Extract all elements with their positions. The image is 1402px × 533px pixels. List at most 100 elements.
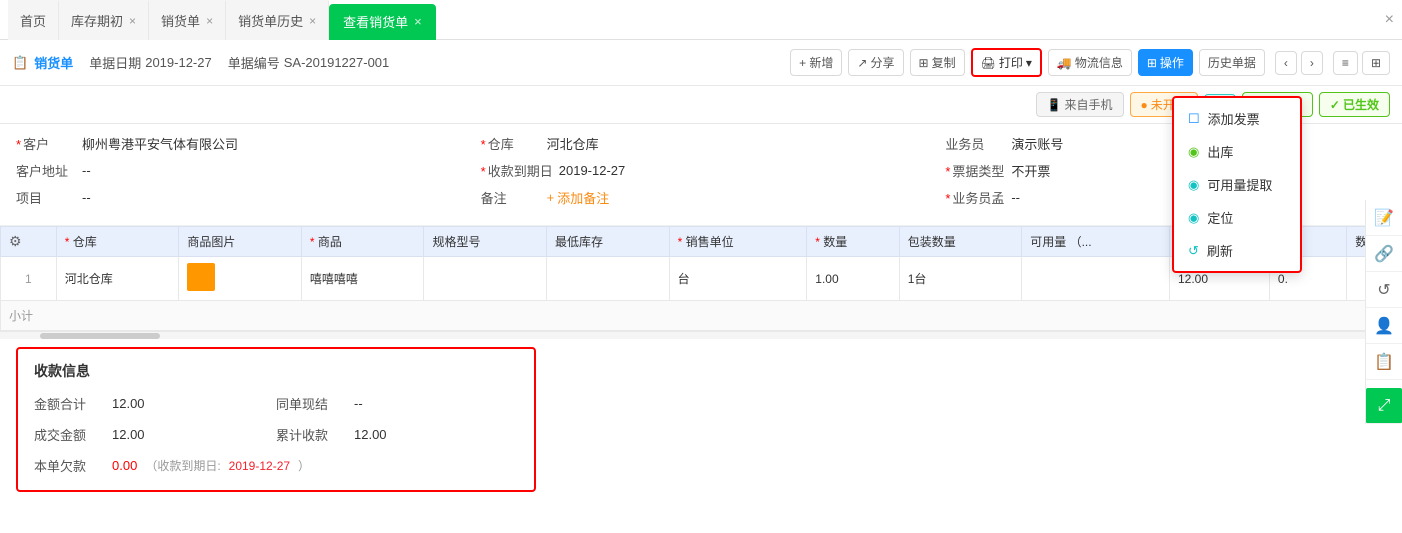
col-settings[interactable]: ⚙ [1,227,57,257]
print-dropdown-arrow: ▾ [1026,56,1032,70]
scroll-area [0,331,1402,339]
operations-button[interactable]: ⊞ 操作 [1138,49,1193,76]
sidebar-icon-1[interactable]: 📝 [1366,200,1402,236]
refresh-item[interactable]: ↺ 刷新 [1174,234,1300,267]
nav-next-button[interactable]: › [1301,51,1323,75]
invoice-icon: ☐ [1188,111,1200,127]
locate-label: 定位 [1207,208,1233,227]
payment-grid: 金额合计 12.00 同单现结 -- 成交金额 12.00 累计收款 12.00… [34,391,518,478]
expand-button[interactable]: ⤢ [1366,388,1402,424]
project-label: 项目 [16,188,76,207]
transaction-row: 成交金额 12.00 [34,422,276,447]
window-close-button[interactable]: × [1385,11,1394,29]
salesperson-value: -- [1011,190,1020,205]
tab-inventory[interactable]: 库存期初 × [59,0,149,40]
row-pack-qty: 1台 [899,257,1022,301]
copy-button[interactable]: ⊞ 复制 [910,49,965,76]
col-image: 商品图片 [179,227,302,257]
logistics-button[interactable]: 🚚 物流信息 [1048,49,1132,76]
from-phone-button[interactable]: 📱 来自手机 [1036,92,1124,117]
tab-home[interactable]: 首页 [8,0,59,40]
address-value: -- [82,163,91,178]
customer-label: 客户 [16,134,76,153]
effective-button[interactable]: ✓ 已生效 [1319,92,1390,117]
add-invoice-label: 添加发票 [1208,109,1260,128]
total-row: 金额合计 12.00 [34,391,276,416]
due-date-value: 2019-12-27 [559,163,626,178]
close-view-tab[interactable]: × [414,14,422,29]
doc-number-field: 单据编号 SA-20191227-001 [228,53,390,72]
grid-view-button[interactable]: ⊞ [1362,51,1390,75]
date-value: 2019-12-27 [145,55,212,70]
expand-icon: ⤢ [1378,397,1391,415]
outbound-item[interactable]: ◉ 出库 [1174,135,1300,168]
add-invoice-item[interactable]: ☐ 添加发票 [1174,102,1300,135]
sidebar-icon-5-glyph: 📋 [1374,352,1394,372]
list-view-button[interactable]: ≡ [1333,51,1358,75]
locate-item[interactable]: ◉ 定位 [1174,201,1300,234]
total-value: 12.00 [112,396,145,411]
sidebar-icon-4[interactable]: 👤 [1366,308,1402,344]
employee-field: 业务员 演示账号 [945,134,1386,153]
history-button[interactable]: 历史单据 [1199,49,1265,76]
payment-title: 收款信息 [34,361,518,381]
ticket-type-field: 票据类型 不开票 [945,161,1386,180]
close-inventory-tab[interactable]: × [129,14,136,28]
col-available: 可用量 （... [1022,227,1170,257]
tab-bar: 首页 库存期初 × 销货单 × 销货单历史 × 查看销货单 × × [0,0,1402,40]
project-field: 项目 -- [16,188,457,207]
doc-header: 📋 销货单 单据日期 2019-12-27 单据编号 SA-20191227-0… [0,40,1402,86]
sidebar-icon-2[interactable]: 🔗 [1366,236,1402,272]
locate-icon: ◉ [1188,210,1199,226]
balance-row: 本单欠款 0.00 （收款到期日: 2019-12-27 ） [34,453,518,478]
view-toggle: ≡ ⊞ [1333,51,1390,75]
row-product: 嘻嘻嘻嘻 [301,257,424,301]
same-order-label: 同单现结 [276,394,346,413]
close-sales-tab[interactable]: × [206,14,213,28]
sidebar-icon-3[interactable]: ↺ [1366,272,1402,308]
cumulative-value: 12.00 [354,427,387,442]
product-thumbnail [187,263,215,291]
address-label: 客户地址 [16,161,76,180]
nav-prev-button[interactable]: ‹ [1275,51,1297,75]
tab-view-sales-label: 查看销货单 [343,12,408,31]
warehouse-value: 河北仓库 [547,134,599,153]
warehouse-field: 仓库 河北仓库 [481,134,922,153]
doc-title-text: 销货单 [34,53,73,72]
cumulative-label: 累计收款 [276,425,346,444]
row-warehouse: 河北仓库 [56,257,179,301]
sidebar-icon-3-glyph: ↺ [1377,280,1390,300]
scroll-thumb[interactable] [40,333,160,339]
customer-value: 柳州粤港平安气体有限公司 [82,134,238,153]
row-image [179,257,302,301]
balance-label: 本单欠款 [34,456,104,475]
sidebar-icon-4-glyph: 👤 [1374,316,1394,336]
balance-value: 0.00 [112,458,137,473]
share-button[interactable]: ↗ 分享 [848,49,903,76]
transaction-label: 成交金额 [34,425,104,444]
row-model [424,257,547,301]
refresh-icon: ↺ [1188,243,1199,259]
new-button[interactable]: + 新增 [790,49,842,76]
employee-value: 演示账号 [1011,134,1063,153]
plus-icon: + [547,190,555,205]
tab-inventory-label: 库存期初 [71,11,123,30]
sidebar-icon-5[interactable]: 📋 [1366,344,1402,380]
same-order-value: -- [354,396,363,411]
available-qty-item[interactable]: ◉ 可用量提取 [1174,168,1300,201]
warehouse-label: 仓库 [481,134,541,153]
ticket-icon: ● [1141,98,1148,112]
available-icon: ◉ [1188,177,1199,193]
print-icon: 🖨 [981,56,996,70]
nav-buttons: ‹ › [1275,51,1323,75]
tab-history[interactable]: 销货单历史 × [226,0,329,40]
share-icon: ↗ [857,56,867,70]
print-button[interactable]: 🖨 打印 ▾ [971,48,1042,77]
add-notes-link[interactable]: + 添加备注 [547,188,610,207]
close-history-tab[interactable]: × [309,14,316,28]
subtotal-label: 小计 [1,301,1402,331]
payment-section: 收款信息 金额合计 12.00 同单现结 -- 成交金额 12.00 累计收款 … [16,347,536,492]
row-quantity: 1.00 [807,257,899,301]
tab-view-sales[interactable]: 查看销货单 × [329,4,436,40]
tab-sales[interactable]: 销货单 × [149,0,226,40]
